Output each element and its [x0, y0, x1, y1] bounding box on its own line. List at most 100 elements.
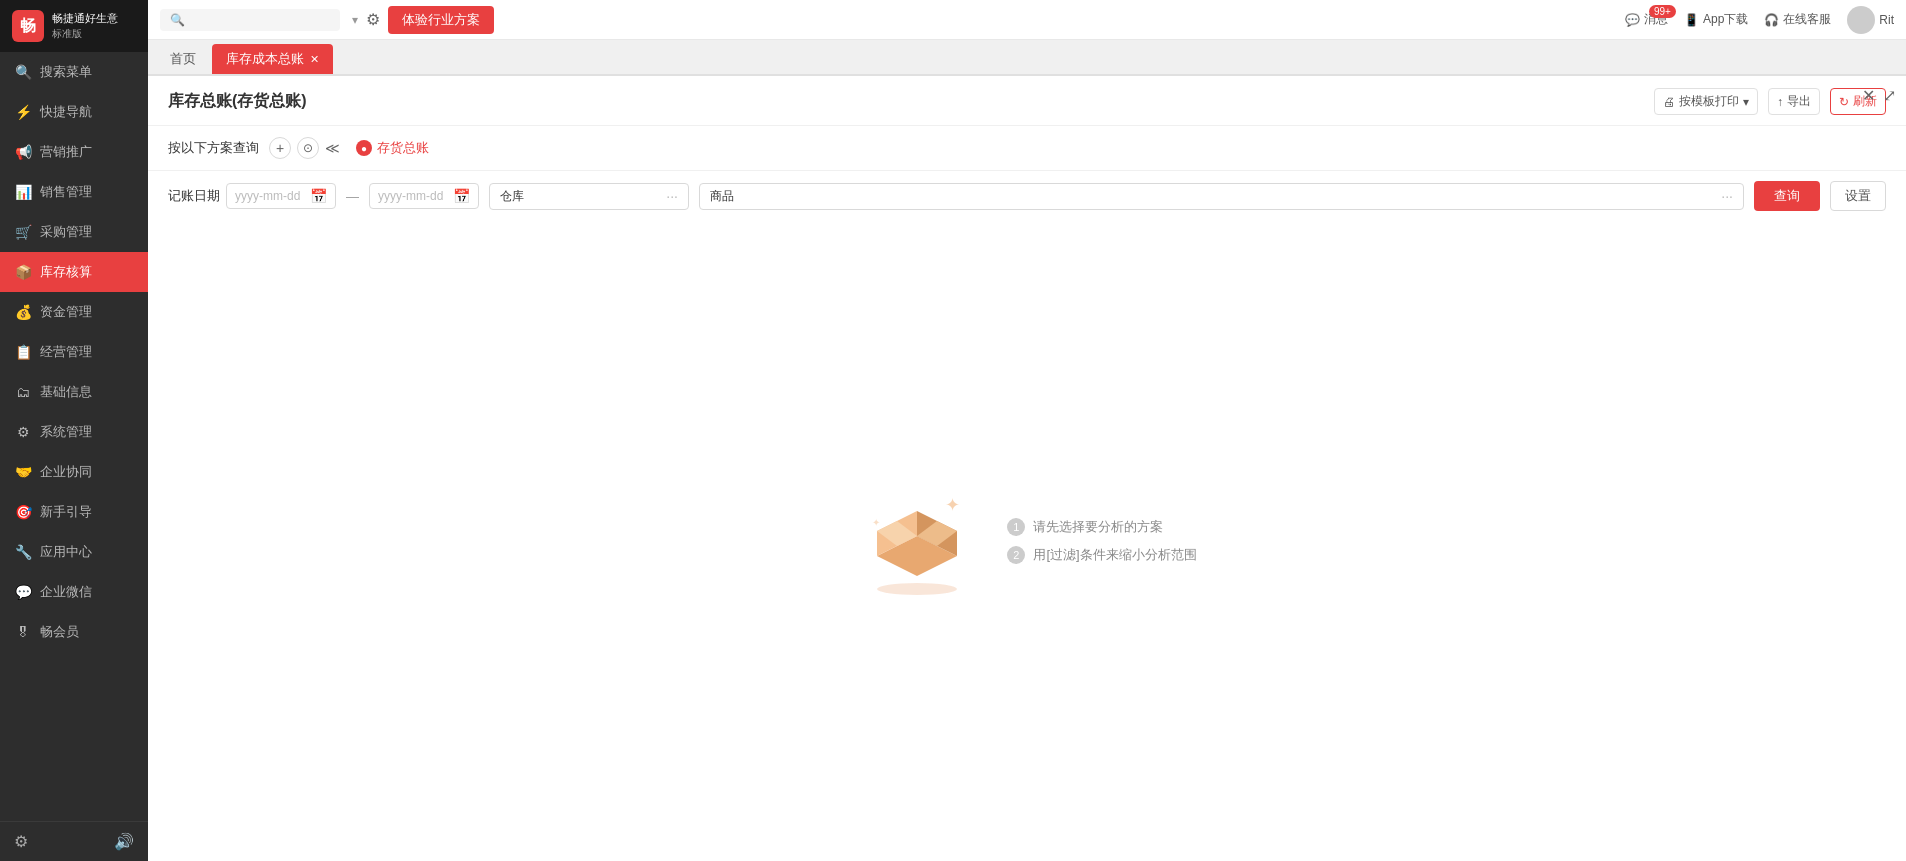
sidebar-label-newbie: 新手引导 — [40, 503, 92, 521]
sidebar: 畅 畅捷通好生意 标准版 🔍 搜索菜单 ⚡ 快捷导航 📢 营销推广 📊 销售管理… — [0, 0, 148, 861]
message-button[interactable]: 💬 消息 99+ — [1625, 11, 1668, 28]
tab-home[interactable]: 首页 — [156, 44, 210, 74]
print-dropdown-icon: ▾ — [1743, 95, 1749, 109]
hint2-text: 用[过滤]条件来缩小分析范围 — [1033, 546, 1196, 564]
sidebar-item-purchase[interactable]: 🛒 采购管理 — [0, 212, 148, 252]
warehouse-label: 仓库 — [500, 188, 524, 205]
date-field-label: 记账日期 — [168, 187, 220, 205]
settings-bottom-icon[interactable]: ⚙ — [14, 832, 28, 851]
filter-scheme-item[interactable]: ● 存货总账 — [350, 136, 435, 160]
hint2-num: 2 — [1007, 546, 1025, 564]
panel-close-icon[interactable]: ✕ — [1862, 86, 1875, 105]
sidebar-item-enterprise[interactable]: 🤝 企业协同 — [0, 452, 148, 492]
marketing-icon: 📢 — [14, 143, 32, 161]
date-end-input[interactable]: yyyy-mm-dd 📅 — [369, 183, 479, 209]
topbar-gear-icon[interactable]: ⚙ — [366, 10, 380, 29]
product-input[interactable]: 商品 ··· — [699, 183, 1744, 210]
sidebar-label-inventory: 库存核算 — [40, 263, 92, 281]
topbar-search-box[interactable]: 🔍 — [160, 9, 340, 31]
sidebar-item-system[interactable]: ⚙ 系统管理 — [0, 412, 148, 452]
basic-icon: 🗂 — [14, 383, 32, 401]
sidebar-bottom: ⚙ 🔊 — [0, 821, 148, 861]
finance-icon: 💰 — [14, 303, 32, 321]
tabbar: 首页 库存成本总账 ✕ — [148, 40, 1906, 76]
topbar-dropdown-arrow[interactable]: ▾ — [352, 13, 358, 27]
sidebar-label-sales: 销售管理 — [40, 183, 92, 201]
sidebar-label-enterprise: 企业协同 — [40, 463, 92, 481]
date-field-group: 记账日期 yyyy-mm-dd 📅 — yyyy-mm-dd 📅 — [168, 183, 479, 209]
empty-hint-1: 1 请先选择要分析的方案 — [1007, 518, 1196, 536]
tab-inventory-ledger[interactable]: 库存成本总账 ✕ — [212, 44, 333, 74]
panel-controls: ✕ ⤢ — [1862, 86, 1896, 105]
empty-hint-2: 2 用[过滤]条件来缩小分析范围 — [1007, 546, 1196, 564]
query-button[interactable]: 查询 — [1754, 181, 1820, 211]
sidebar-item-wechat[interactable]: 💬 企业微信 — [0, 572, 148, 612]
filter-scheme-button[interactable]: ⊙ — [297, 137, 319, 159]
sidebar-item-finance[interactable]: 💰 资金管理 — [0, 292, 148, 332]
sidebar-label-purchase: 采购管理 — [40, 223, 92, 241]
refresh-icon: ↻ — [1839, 95, 1849, 109]
inventory-icon: 📦 — [14, 263, 32, 281]
scheme-icon: ● — [356, 140, 372, 156]
sidebar-item-inventory[interactable]: 📦 库存核算 — [0, 252, 148, 292]
sidebar-item-app-center[interactable]: 🔧 应用中心 — [0, 532, 148, 572]
enterprise-icon: 🤝 — [14, 463, 32, 481]
sidebar-item-sales[interactable]: 📊 销售管理 — [0, 172, 148, 212]
tab-close-icon[interactable]: ✕ — [310, 53, 319, 66]
sidebar-item-marketing[interactable]: 📢 营销推广 — [0, 132, 148, 172]
user-profile[interactable]: Rit — [1847, 6, 1894, 34]
sidebar-item-quick-nav[interactable]: ⚡ 快捷导航 — [0, 92, 148, 132]
app-version: 标准版 — [52, 27, 118, 41]
sidebar-item-search[interactable]: 🔍 搜索菜单 — [0, 52, 148, 92]
export-button[interactable]: ↑ 导出 — [1768, 88, 1820, 115]
warehouse-more-icon: ··· — [666, 188, 678, 204]
page-header: 库存总账(存货总账) 🖨 按模板打印 ▾ ↑ 导出 ↻ 刷新 — [148, 76, 1906, 126]
sidebar-item-vip[interactable]: 🎖 畅会员 — [0, 612, 148, 652]
panel-expand-icon[interactable]: ⤢ — [1883, 86, 1896, 105]
sidebar-label-quick-nav: 快捷导航 — [40, 103, 92, 121]
main-area: 🔍 ▾ ⚙ 体验行业方案 💬 消息 99+ 📱 App下载 🎧 在线客服 Rit — [148, 0, 1906, 861]
topbar-right-group: 💬 消息 99+ 📱 App下载 🎧 在线客服 Rit — [1625, 6, 1894, 34]
empty-state: ✦ ✦ 1 请先选择要分析的方案 2 用[过滤]条件来缩小分析范围 — [148, 221, 1906, 861]
product-label: 商品 — [710, 188, 734, 205]
sidebar-logo: 畅 畅捷通好生意 标准版 — [0, 0, 148, 52]
app-center-icon: 🔧 — [14, 543, 32, 561]
sidebar-label-system: 系统管理 — [40, 423, 92, 441]
product-more-icon: ··· — [1721, 188, 1733, 204]
sidebar-item-basic[interactable]: 🗂 基础信息 — [0, 372, 148, 412]
hint1-num: 1 — [1007, 518, 1025, 536]
date-start-placeholder: yyyy-mm-dd — [235, 189, 300, 203]
industry-solution-button[interactable]: 体验行业方案 — [388, 6, 494, 34]
filter-collapse-button[interactable]: ≪ — [325, 140, 340, 156]
sidebar-item-operation[interactable]: 📋 经营管理 — [0, 332, 148, 372]
online-service-label: 在线客服 — [1783, 11, 1831, 28]
sidebar-label-operation: 经营管理 — [40, 343, 92, 361]
quick-nav-icon: ⚡ — [14, 103, 32, 121]
warehouse-input[interactable]: 仓库 ··· — [489, 183, 689, 210]
date-end-placeholder: yyyy-mm-dd — [378, 189, 443, 203]
system-icon: ⚙ — [14, 423, 32, 441]
scheme-label: 存货总账 — [377, 139, 429, 157]
print-button[interactable]: 🖨 按模板打印 ▾ — [1654, 88, 1758, 115]
topbar-search-icon: 🔍 — [170, 13, 185, 27]
print-label: 按模板打印 — [1679, 93, 1739, 110]
date-start-input[interactable]: yyyy-mm-dd 📅 — [226, 183, 336, 209]
export-icon: ↑ — [1777, 95, 1783, 109]
sidebar-label-basic: 基础信息 — [40, 383, 92, 401]
content-area: 库存总账(存货总账) 🖨 按模板打印 ▾ ↑ 导出 ↻ 刷新 按以下方案查询 — [148, 76, 1906, 861]
app-download-icon: 📱 — [1684, 13, 1699, 27]
logo-text-group: 畅捷通好生意 标准版 — [52, 11, 118, 40]
svg-point-0 — [877, 583, 957, 595]
sales-icon: 📊 — [14, 183, 32, 201]
logo-icon: 畅 — [12, 10, 44, 42]
sidebar-label-search: 搜索菜单 — [40, 63, 92, 81]
sidebar-label-app-center: 应用中心 — [40, 543, 92, 561]
settings-button[interactable]: 设置 — [1830, 181, 1886, 211]
filter-add-button[interactable]: + — [269, 137, 291, 159]
online-service-button[interactable]: 🎧 在线客服 — [1764, 11, 1831, 28]
app-download-button[interactable]: 📱 App下载 — [1684, 11, 1748, 28]
empty-svg-illustration: ✦ ✦ — [857, 481, 977, 601]
operation-icon: 📋 — [14, 343, 32, 361]
sidebar-item-newbie[interactable]: 🎯 新手引导 — [0, 492, 148, 532]
audio-icon[interactable]: 🔊 — [114, 832, 134, 851]
